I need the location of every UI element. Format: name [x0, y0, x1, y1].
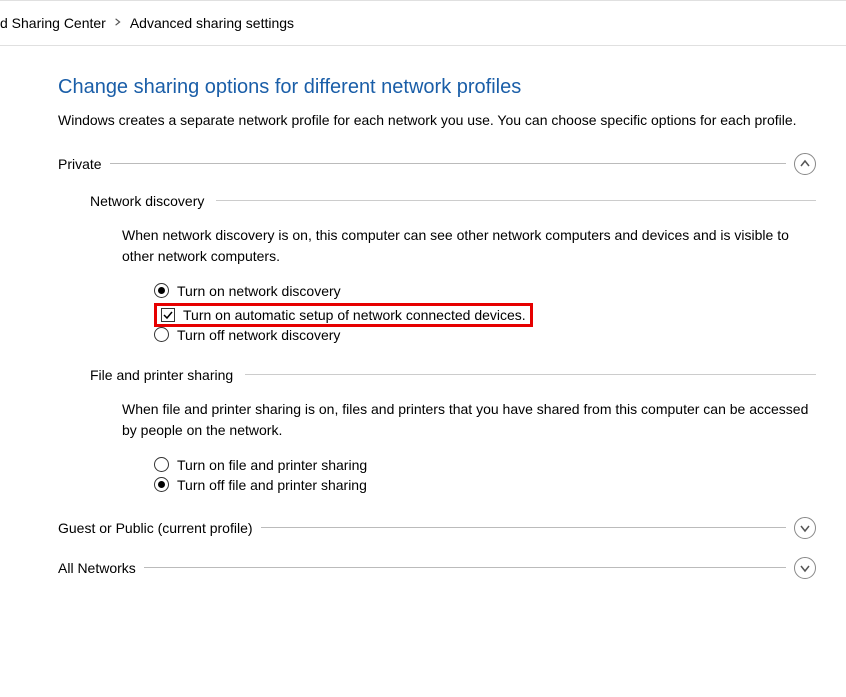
- section-guest-public-header[interactable]: Guest or Public (current profile): [58, 517, 816, 539]
- content-area: Change sharing options for different net…: [0, 46, 846, 627]
- subsection-file-printer-sharing: File and printer sharing When file and p…: [90, 367, 816, 493]
- chevron-right-icon: [114, 17, 122, 29]
- expand-button-guest-public[interactable]: [794, 517, 816, 539]
- divider: [261, 527, 786, 528]
- section-private-label: Private: [58, 156, 102, 172]
- highlight-annotation: Turn on automatic setup of network conne…: [154, 303, 533, 327]
- radio-turn-off-network-discovery[interactable]: Turn off network discovery: [154, 327, 816, 343]
- divider: [216, 200, 816, 201]
- radio-icon: [154, 477, 169, 492]
- chevron-up-icon: [800, 159, 810, 169]
- subsection-header-file-printer: File and printer sharing: [90, 367, 816, 383]
- section-all-networks-header[interactable]: All Networks: [58, 557, 816, 579]
- radio-label: Turn off network discovery: [177, 327, 340, 343]
- section-all-networks-label: All Networks: [58, 560, 136, 576]
- page-description: Windows creates a separate network profi…: [58, 111, 816, 131]
- radio-icon: [154, 327, 169, 342]
- section-guest-public-label: Guest or Public (current profile): [58, 520, 253, 536]
- section-private-header[interactable]: Private: [58, 153, 816, 175]
- radio-turn-on-file-printer[interactable]: Turn on file and printer sharing: [154, 457, 816, 473]
- subsection-network-discovery: Network discovery When network discovery…: [90, 193, 816, 343]
- breadcrumb-item-advanced-sharing[interactable]: Advanced sharing settings: [130, 15, 294, 31]
- checkbox-icon: [161, 308, 175, 322]
- radio-label: Turn on network discovery: [177, 283, 341, 299]
- radio-turn-off-file-printer[interactable]: Turn off file and printer sharing: [154, 477, 816, 493]
- network-discovery-label: Network discovery: [90, 193, 204, 209]
- network-discovery-description: When network discovery is on, this compu…: [122, 225, 816, 267]
- chevron-down-icon: [800, 563, 810, 573]
- radio-turn-on-network-discovery[interactable]: Turn on network discovery: [154, 283, 816, 299]
- page-title: Change sharing options for different net…: [58, 76, 816, 99]
- chevron-down-icon: [800, 523, 810, 533]
- subsection-header-network-discovery: Network discovery: [90, 193, 816, 209]
- divider: [144, 567, 786, 568]
- collapse-button-private[interactable]: [794, 153, 816, 175]
- divider: [110, 163, 786, 164]
- file-printer-description: When file and printer sharing is on, fil…: [122, 399, 816, 441]
- radio-label: Turn on file and printer sharing: [177, 457, 367, 473]
- file-printer-label: File and printer sharing: [90, 367, 233, 383]
- radio-icon: [154, 283, 169, 298]
- checkbox-label: Turn on automatic setup of network conne…: [183, 307, 526, 323]
- file-printer-radio-group: Turn on file and printer sharing Turn of…: [154, 457, 816, 493]
- checkmark-icon: [163, 310, 173, 320]
- breadcrumb-item-sharing-center[interactable]: d Sharing Center: [0, 15, 106, 31]
- expand-button-all-networks[interactable]: [794, 557, 816, 579]
- radio-icon: [154, 457, 169, 472]
- breadcrumb: d Sharing Center Advanced sharing settin…: [0, 0, 846, 46]
- radio-label: Turn off file and printer sharing: [177, 477, 367, 493]
- divider: [245, 374, 816, 375]
- checkbox-auto-setup[interactable]: Turn on automatic setup of network conne…: [161, 307, 526, 323]
- network-discovery-radio-group: Turn on network discovery Turn on automa…: [154, 283, 816, 343]
